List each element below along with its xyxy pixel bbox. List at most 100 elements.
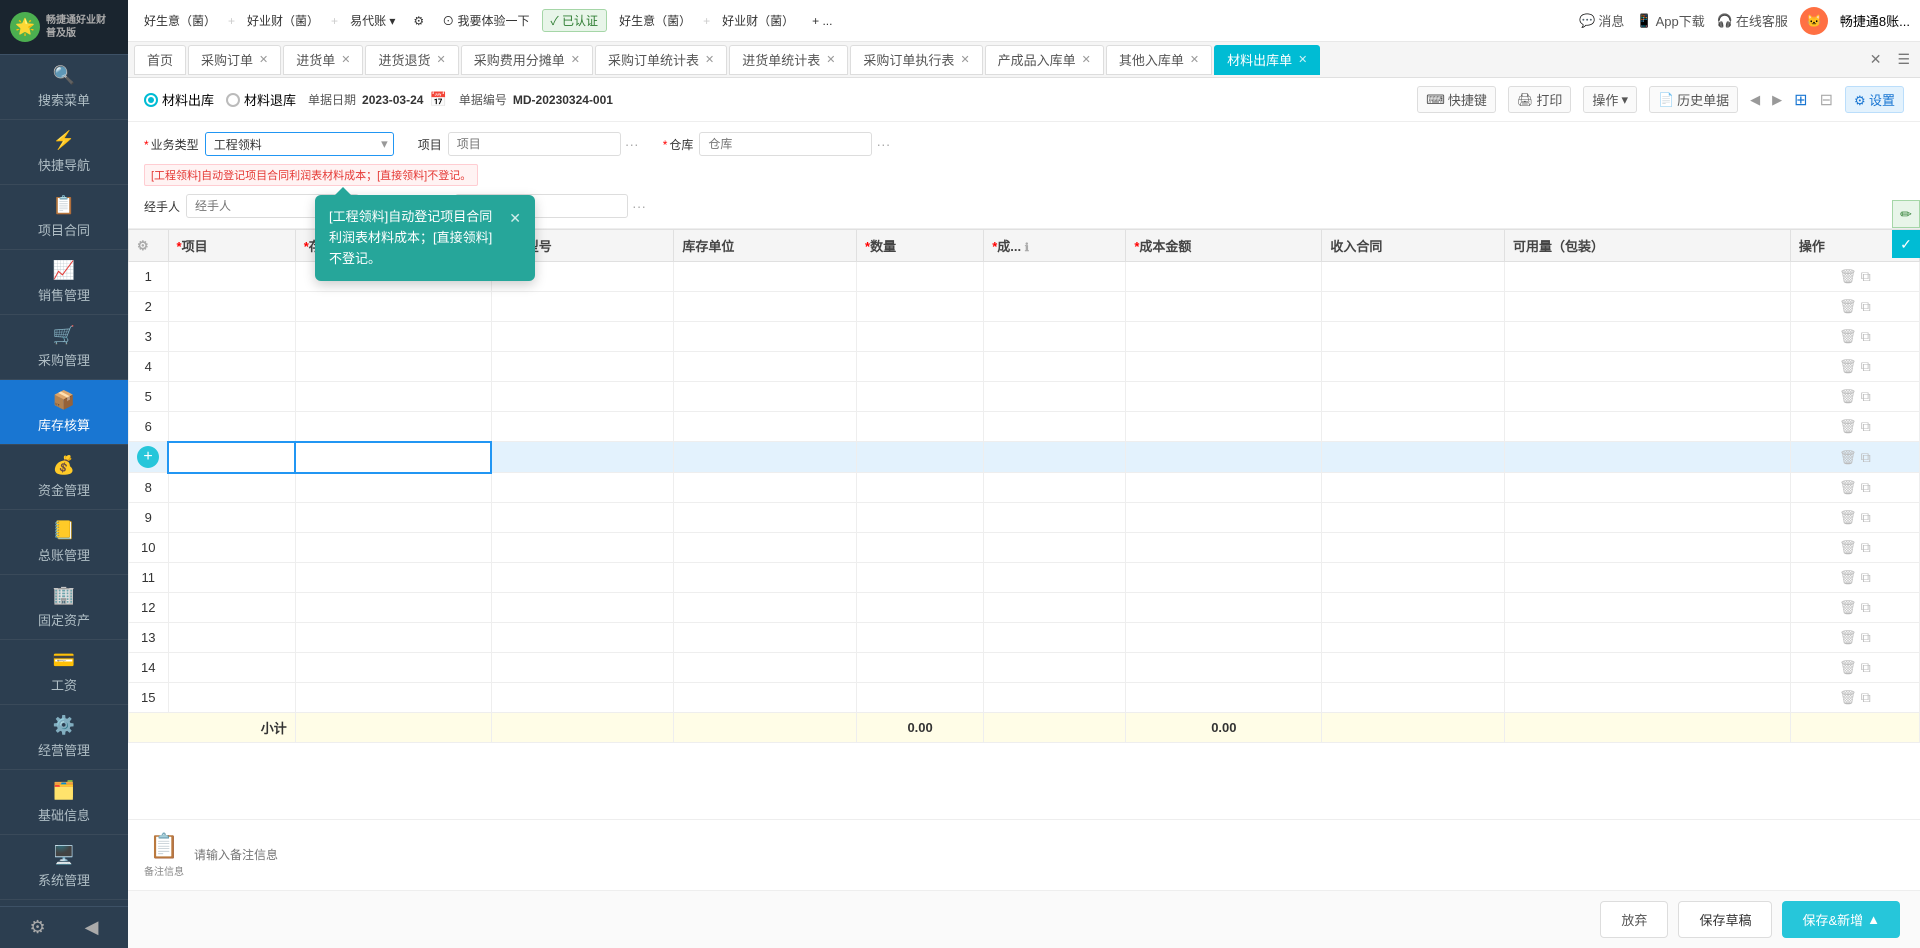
cell-available[interactable] [1504,533,1790,563]
cell-quantity[interactable] [857,653,984,683]
cell-spec[interactable] [491,382,674,412]
cell-spec-active[interactable] [491,442,674,473]
sidebar-item-inventory[interactable]: 📦 库存核算 [0,380,128,445]
cell-cost-amount[interactable] [1126,412,1322,442]
cell-cost-amount[interactable] [1126,593,1322,623]
cell-cost-amount[interactable] [1126,683,1322,713]
copy-row-icon[interactable]: ⧉ [1861,689,1871,706]
sidebar-item-finance[interactable]: 💰 资金管理 [0,445,128,510]
cell-unit[interactable] [674,292,857,322]
cell-project[interactable] [168,533,295,563]
cell-project[interactable] [168,262,295,292]
shortcut-key-btn[interactable]: ⌨ 快捷键 [1417,86,1496,113]
cell-name-active[interactable] [295,442,491,473]
tab-close-icon[interactable]: ✕ [1298,53,1307,66]
cell-available[interactable] [1504,623,1790,653]
cell-name[interactable] [295,593,491,623]
topbar-app-download-btn[interactable]: 📱 App下载 [1636,11,1704,30]
gear-col-icon[interactable]: ⚙ [137,238,149,253]
sidebar-item-purchase[interactable]: 🛒 采购管理 [0,315,128,380]
cell-cost-amount[interactable] [1126,473,1322,503]
cell-project[interactable] [168,563,295,593]
sidebar-item-quick-nav[interactable]: ⚡ 快捷导航 [0,120,128,185]
topbar-item-yidaizhang[interactable]: 易代账 ▾ [344,8,401,33]
cell-cost-active[interactable] [984,442,1126,473]
sidebar-item-ops[interactable]: ⚙️ 经营管理 [0,705,128,770]
cell-available[interactable] [1504,503,1790,533]
cell-project[interactable] [168,623,295,653]
sidebar-item-sales[interactable]: 📈 销售管理 [0,250,128,315]
cell-cost-amount[interactable] [1126,563,1322,593]
cell-contract[interactable] [1322,292,1505,322]
cell-project[interactable] [168,382,295,412]
tab-purchase-exec[interactable]: 采购订单执行表 ✕ [850,45,982,75]
tab-purchase-stat[interactable]: 采购订单统计表 ✕ [595,45,727,75]
cell-cost[interactable] [984,653,1126,683]
operation-btn[interactable]: 操作 ▾ [1583,86,1637,113]
cell-contract[interactable] [1322,653,1505,683]
copy-row-icon[interactable]: ⧉ [1861,268,1871,285]
cell-project[interactable] [168,503,295,533]
sidebar-item-payroll[interactable]: 💳 工资 [0,640,128,705]
tab-purchase-return[interactable]: 进货退货 ✕ [365,45,458,75]
tab-close-icon[interactable]: ✕ [960,53,969,66]
cell-quantity[interactable] [857,352,984,382]
settings-btn[interactable]: ⚙ 设置 [1845,86,1904,113]
tab-purchase-goods[interactable]: 进货单 ✕ [283,45,363,75]
sidebar-item-assets[interactable]: 🏢 固定资产 [0,575,128,640]
delete-row-icon[interactable]: 🗑 [1839,358,1857,375]
cell-cost-amount[interactable] [1126,292,1322,322]
tab-purchase-fee[interactable]: 采购费用分摊单 ✕ [461,45,593,75]
cell-project[interactable] [168,352,295,382]
user-name[interactable]: 畅捷通8账... [1840,11,1910,30]
cell-name[interactable] [295,292,491,322]
cell-quantity[interactable] [857,533,984,563]
copy-row-icon[interactable]: ⧉ [1861,328,1871,345]
cell-cost[interactable] [984,352,1126,382]
collapse-icon[interactable]: ◀ [85,917,99,938]
cell-cost[interactable] [984,322,1126,352]
cell-spec[interactable] [491,623,674,653]
cell-project[interactable] [168,292,295,322]
cell-name[interactable] [295,623,491,653]
save-new-btn[interactable]: 保存&新增 ▲ [1782,901,1900,938]
cell-cost[interactable] [984,503,1126,533]
cell-contract[interactable] [1322,593,1505,623]
project-input[interactable] [448,132,621,156]
tab-close-icon[interactable]: ✕ [826,53,835,66]
topbar-item-more[interactable]: + ... [806,10,838,32]
cell-name[interactable] [295,503,491,533]
copy-row-icon[interactable]: ⧉ [1861,449,1871,466]
cell-contract[interactable] [1322,503,1505,533]
cell-unit[interactable] [674,653,857,683]
delete-row-icon[interactable]: 🗑 [1839,298,1857,315]
delete-row-icon[interactable]: 🗑 [1839,268,1857,285]
topbar-item-hs2[interactable]: 好生意（菌） [613,8,697,33]
cell-spec[interactable] [491,322,674,352]
cell-unit[interactable] [674,412,857,442]
cell-cost[interactable] [984,292,1126,322]
cell-quantity[interactable] [857,262,984,292]
warehouse-dots-icon[interactable]: ··· [876,136,890,152]
tab-material-outbound[interactable]: 材料出库单 ✕ [1214,45,1320,75]
cell-cost[interactable] [984,533,1126,563]
user-avatar[interactable]: 🐱 [1800,7,1828,35]
cell-spec[interactable] [491,533,674,563]
cell-unit[interactable] [674,533,857,563]
cell-name[interactable] [295,382,491,412]
cell-cost-amount[interactable] [1126,382,1322,412]
cell-quantity[interactable] [857,382,984,412]
tab-purchase-order[interactable]: 采购订单 ✕ [188,45,281,75]
cell-quantity[interactable] [857,503,984,533]
delete-row-icon[interactable]: 🗑 [1839,569,1857,586]
radio-material-return[interactable]: 材料退库 [226,90,296,109]
copy-row-icon[interactable]: ⧉ [1861,358,1871,375]
cell-contract[interactable] [1322,683,1505,713]
calendar-icon[interactable]: 📅 [429,91,446,108]
topbar-settings-icon[interactable]: ⚙ [407,10,430,32]
cell-name[interactable] [295,473,491,503]
cell-contract[interactable] [1322,262,1505,292]
save-draft-btn[interactable]: 保存草稿 [1678,901,1772,938]
cell-available[interactable] [1504,683,1790,713]
cell-contract-active[interactable] [1322,442,1505,473]
